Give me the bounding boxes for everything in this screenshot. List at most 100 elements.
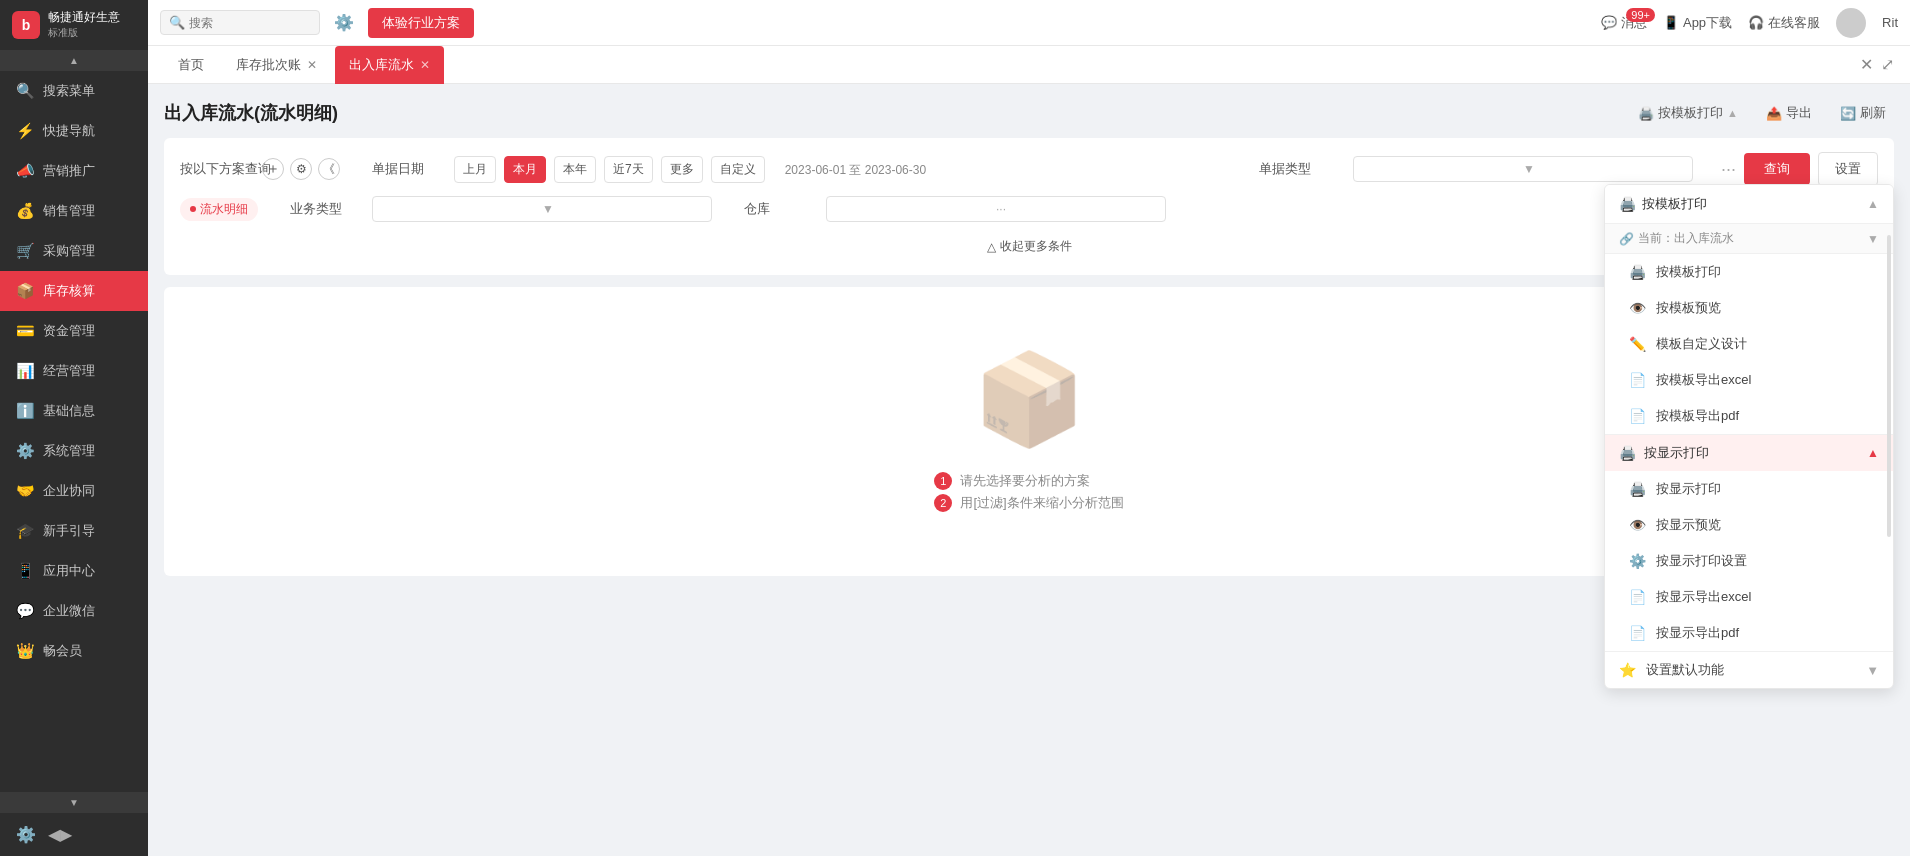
biz-type-arrow-icon: ▼ <box>542 202 703 216</box>
dropdown-default-setting[interactable]: ⭐ 设置默认功能 ▼ <box>1605 651 1893 688</box>
finance-icon: 💳 <box>16 322 35 340</box>
sidebar-item-label: 采购管理 <box>43 242 95 260</box>
dropdown-close-arrow[interactable]: ▲ <box>1867 197 1879 211</box>
this-year-btn[interactable]: 本年 <box>554 156 596 183</box>
display-export-excel-icon: 📄 <box>1629 589 1646 605</box>
tab-inventory-batch[interactable]: 库存批次账 ✕ <box>222 46 331 84</box>
dropdown-sub-arrow[interactable]: ▼ <box>1867 232 1879 246</box>
doc-type-input[interactable]: ▼ <box>1353 156 1693 182</box>
tab-stock-flow[interactable]: 出入库流水 ✕ <box>335 46 444 84</box>
dropdown-scrollbar[interactable] <box>1887 235 1891 537</box>
sidebar-item-marketing[interactable]: 📣营销推广 <box>0 151 148 191</box>
sidebar-item-search[interactable]: 🔍搜索菜单 <box>0 71 148 111</box>
prev-month-btn[interactable]: 上月 <box>454 156 496 183</box>
dropdown-display-settings[interactable]: ⚙️ 按显示打印设置 <box>1605 543 1893 579</box>
member-icon: 👑 <box>16 642 35 660</box>
system-icon: ⚙️ <box>16 442 35 460</box>
sidebar-item-basics[interactable]: ℹ️基础信息 <box>0 391 148 431</box>
warehouse-input[interactable]: ··· <box>826 196 1166 222</box>
display-group-icon: 🖨️ <box>1619 445 1636 461</box>
sidebar-item-operations[interactable]: 📊经营管理 <box>0 351 148 391</box>
query-btn[interactable]: 查询 <box>1744 153 1810 185</box>
tag-dot <box>190 206 196 212</box>
sidebar-item-quick-nav[interactable]: ⚡快捷导航 <box>0 111 148 151</box>
template-custom-icon: ✏️ <box>1629 336 1646 352</box>
filter-more-icon[interactable]: ··· <box>1721 159 1736 180</box>
tab-inventory-batch-label: 库存批次账 <box>236 56 301 74</box>
print-template-btn[interactable]: 🖨️ 按模板打印 ▲ <box>1630 100 1746 126</box>
online-service-btn[interactable]: 🎧 在线客服 <box>1748 14 1820 32</box>
sidebar-item-sales[interactable]: 💰销售管理 <box>0 191 148 231</box>
empty-illustration: 📦 <box>973 347 1085 452</box>
topbar-gear-btn[interactable]: ⚙️ <box>330 9 358 36</box>
sidebar-item-finance[interactable]: 💳资金管理 <box>0 311 148 351</box>
message-btn[interactable]: 💬 消息 99+ <box>1601 14 1647 32</box>
display-settings-icon: ⚙️ <box>1629 553 1646 569</box>
filter-set-btn[interactable]: ⚙ <box>290 158 312 180</box>
dropdown-display-export-excel[interactable]: 📄 按显示导出excel <box>1605 579 1893 615</box>
print-dropdown-arrow[interactable]: ▲ <box>1727 107 1738 119</box>
search-icon: 🔍 <box>16 82 35 100</box>
header-actions: 🖨️ 按模板打印 ▲ 📤 导出 🔄 刷新 <box>1630 100 1894 126</box>
dropdown-display-group-header[interactable]: 🖨️ 按显示打印 ▲ <box>1605 435 1893 471</box>
sidebar-item-system[interactable]: ⚙️系统管理 <box>0 431 148 471</box>
search-input[interactable] <box>189 16 311 30</box>
filter-row-top: 按以下方案查询 ＋ ⚙ 《 单据日期 上月 本月 本年 近7天 更多 自定义 2… <box>180 152 1878 186</box>
last-7-btn[interactable]: 近7天 <box>604 156 653 183</box>
dropdown-display-export-pdf[interactable]: 📄 按显示导出pdf <box>1605 615 1893 651</box>
sidebar-collapse-icon[interactable]: ◀▶ <box>48 825 72 844</box>
sidebar-item-appstore[interactable]: 📱应用中心 <box>0 551 148 591</box>
topbar-search-box[interactable]: 🔍 <box>160 10 320 35</box>
settings-btn[interactable]: 设置 <box>1818 152 1878 186</box>
tab-home[interactable]: 首页 <box>164 46 218 84</box>
warehouse-label: 仓库 <box>744 200 814 218</box>
sidebar: b 畅捷通好生意 标准版 ▲ 🔍搜索菜单⚡快捷导航📣营销推广💰销售管理🛒采购管理… <box>0 0 148 856</box>
dropdown-current-label: 当前：出入库流水 <box>1638 230 1734 247</box>
user-avatar[interactable] <box>1836 8 1866 38</box>
warehouse-dots-icon[interactable]: ··· <box>996 202 1157 216</box>
dropdown-display-preview[interactable]: 👁️ 按显示预览 <box>1605 507 1893 543</box>
dropdown-display-print[interactable]: 🖨️ 按显示打印 <box>1605 471 1893 507</box>
filter-add-btn[interactable]: ＋ <box>262 158 284 180</box>
sidebar-item-member[interactable]: 👑畅会员 <box>0 631 148 671</box>
marketing-icon: 📣 <box>16 162 35 180</box>
filter-collapse-btn[interactable]: 《 <box>318 158 340 180</box>
sidebar-settings-icon[interactable]: ⚙️ <box>16 825 36 844</box>
sidebar-item-purchase[interactable]: 🛒采购管理 <box>0 231 148 271</box>
refresh-btn[interactable]: 🔄 刷新 <box>1832 100 1894 126</box>
refresh-icon: 🔄 <box>1840 106 1856 121</box>
window-close-btn[interactable]: ✕ <box>1860 55 1873 74</box>
dropdown-template-preview[interactable]: 👁️ 按模板预览 <box>1605 290 1893 326</box>
more-btn[interactable]: 更多 <box>661 156 703 183</box>
window-maximize-btn[interactable]: ⤢ <box>1881 55 1894 74</box>
sidebar-scroll-down[interactable]: ▼ <box>0 792 148 812</box>
sidebar-item-inventory[interactable]: 📦库存核算 <box>0 271 148 311</box>
sidebar-item-collab[interactable]: 🤝企业协同 <box>0 471 148 511</box>
dropdown-template-export-excel[interactable]: 📄 按模板导出excel <box>1605 362 1893 398</box>
dropdown-template-print[interactable]: 🖨️ 按模板打印 <box>1605 254 1893 290</box>
default-setting-icon: ⭐ <box>1619 662 1636 678</box>
sidebar-item-label: 企业协同 <box>43 482 95 500</box>
template-preview-label: 按模板预览 <box>1656 299 1721 317</box>
doc-type-label: 单据类型 <box>1259 160 1329 178</box>
dropdown-template-custom[interactable]: ✏️ 模板自定义设计 <box>1605 326 1893 362</box>
sidebar-scroll-up[interactable]: ▲ <box>0 51 148 71</box>
sidebar-logo: b 畅捷通好生意 标准版 <box>0 0 148 51</box>
dropdown-template-export-pdf[interactable]: 📄 按模板导出pdf <box>1605 398 1893 434</box>
template-export-excel-label: 按模板导出excel <box>1656 371 1751 389</box>
app-download-label: App下载 <box>1683 14 1732 32</box>
custom-btn[interactable]: 自定义 <box>711 156 765 183</box>
biz-type-input[interactable]: ▼ <box>372 196 712 222</box>
date-filter: 上月 本月 本年 近7天 更多 自定义 <box>454 156 765 183</box>
sidebar-item-label: 快捷导航 <box>43 122 95 140</box>
flow-type-label: 流水明细 <box>200 201 248 218</box>
trial-btn[interactable]: 体验行业方案 <box>368 8 474 38</box>
tab-inventory-batch-close[interactable]: ✕ <box>307 58 317 72</box>
tab-stock-flow-close[interactable]: ✕ <box>420 58 430 72</box>
basics-icon: ℹ️ <box>16 402 35 420</box>
app-download-btn[interactable]: 📱 App下载 <box>1663 14 1732 32</box>
export-btn[interactable]: 📤 导出 <box>1758 100 1820 126</box>
sidebar-item-guide[interactable]: 🎓新手引导 <box>0 511 148 551</box>
this-month-btn[interactable]: 本月 <box>504 156 546 183</box>
sidebar-item-wechat[interactable]: 💬企业微信 <box>0 591 148 631</box>
